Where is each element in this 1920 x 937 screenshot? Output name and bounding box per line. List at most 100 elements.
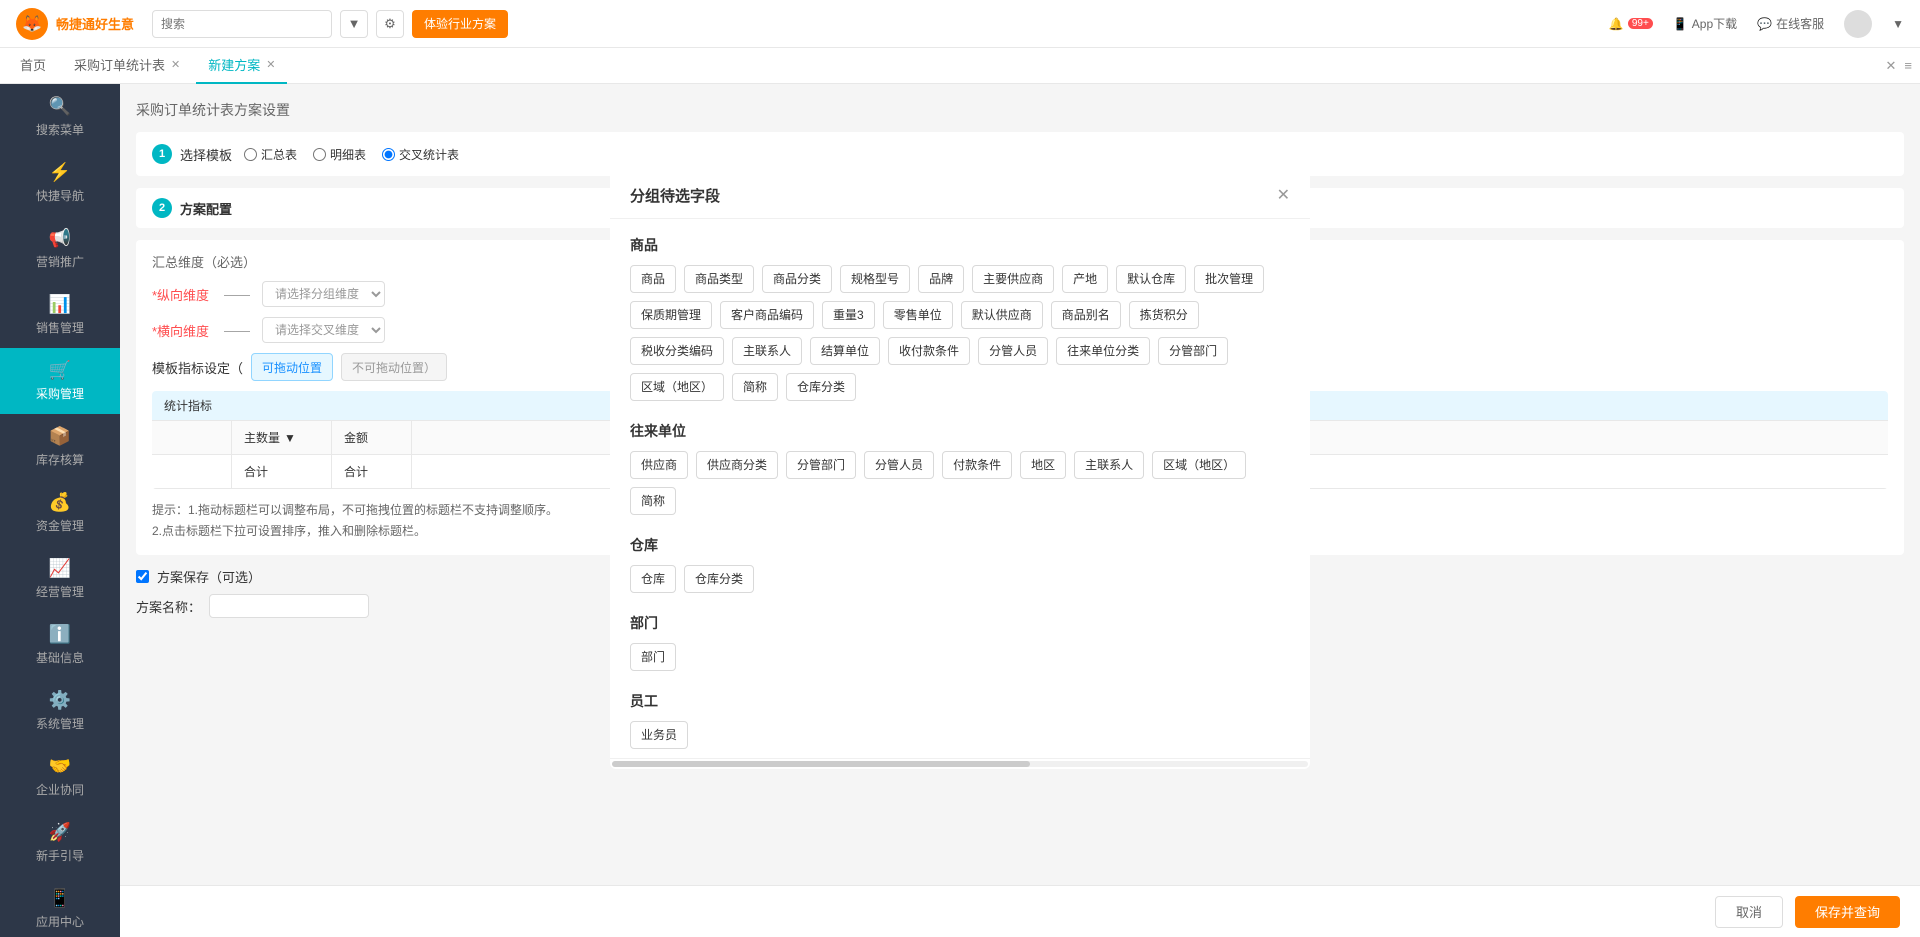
field-tag-product-24[interactable]: 简称 [732, 373, 778, 401]
sidebar-item-quick-nav[interactable]: ⚡ 快捷导航 [0, 150, 120, 216]
field-tag-product-0[interactable]: 商品 [630, 265, 676, 293]
radio-cross[interactable]: 交叉统计表 [382, 146, 459, 163]
field-tag-product-21[interactable]: 往来单位分类 [1056, 337, 1150, 365]
service-icon: 💬 [1757, 17, 1772, 31]
field-tag-product-25[interactable]: 仓库分类 [786, 373, 856, 401]
row-dim-label: *纵向维度 [152, 285, 212, 304]
field-tag-partner-4[interactable]: 付款条件 [942, 451, 1012, 479]
sidebar-item-purchase[interactable]: 🛒 采购管理 [0, 348, 120, 414]
field-tag-product-23[interactable]: 区域（地区） [630, 373, 724, 401]
field-tag-warehouse-1[interactable]: 仓库分类 [684, 565, 754, 593]
field-tag-product-5[interactable]: 主要供应商 [972, 265, 1054, 293]
beginner-icon: 🚀 [49, 822, 71, 843]
movable-btn[interactable]: 可拖动位置 [251, 353, 333, 381]
field-tag-product-17[interactable]: 主联系人 [732, 337, 802, 365]
modal-title: 分组待选字段 [630, 185, 720, 206]
radio-detail-label: 明细表 [330, 146, 366, 163]
sidebar-item-basic[interactable]: ℹ️ 基础信息 [0, 612, 120, 678]
save-checkbox[interactable] [136, 570, 149, 583]
field-tag-product-22[interactable]: 分管部门 [1158, 337, 1228, 365]
field-tag-product-14[interactable]: 商品别名 [1051, 301, 1121, 329]
field-tag-partner-1[interactable]: 供应商分类 [696, 451, 778, 479]
search-dropdown[interactable]: ▼ [340, 10, 368, 38]
tab-bar-menu-icon[interactable]: ≡ [1904, 58, 1912, 73]
field-tag-product-1[interactable]: 商品类型 [684, 265, 754, 293]
online-service[interactable]: 💬 在线客服 [1757, 15, 1824, 32]
sidebar-item-system[interactable]: ⚙️ 系统管理 [0, 678, 120, 744]
save-name-input[interactable] [209, 594, 369, 618]
field-tag-product-3[interactable]: 规格型号 [840, 265, 910, 293]
field-tag-product-11[interactable]: 重量3 [822, 301, 875, 329]
tab-bar: 首页 采购订单统计表 ✕ 新建方案 ✕ ✕ ≡ [0, 48, 1920, 84]
field-tag-product-7[interactable]: 默认仓库 [1116, 265, 1186, 293]
tab-purchase-close[interactable]: ✕ [171, 58, 180, 71]
field-group-warehouse: 仓库仓库仓库分类 [630, 535, 1290, 593]
sidebar-item-marketing[interactable]: 📢 营销推广 [0, 216, 120, 282]
field-tag-product-18[interactable]: 结算单位 [810, 337, 880, 365]
field-tag-partner-0[interactable]: 供应商 [630, 451, 688, 479]
field-tag-product-10[interactable]: 客户商品编码 [720, 301, 814, 329]
field-tags-employee: 业务员 [630, 721, 1290, 749]
tab-home-label: 首页 [20, 55, 46, 74]
radio-cross-label: 交叉统计表 [399, 146, 459, 163]
sidebar-label-cooperation: 企业协同 [36, 781, 84, 798]
field-tag-product-12[interactable]: 零售单位 [883, 301, 953, 329]
search-input[interactable] [152, 10, 332, 38]
sidebar-label-finance: 资金管理 [36, 517, 84, 534]
field-tag-partner-7[interactable]: 区域（地区） [1152, 451, 1246, 479]
field-tag-product-6[interactable]: 产地 [1062, 265, 1108, 293]
field-tag-partner-5[interactable]: 地区 [1020, 451, 1066, 479]
basic-icon: ℹ️ [49, 624, 71, 645]
sidebar-item-sales[interactable]: 📊 销售管理 [0, 282, 120, 348]
field-tag-employee-0[interactable]: 业务员 [630, 721, 688, 749]
save-query-button[interactable]: 保存并查询 [1795, 896, 1900, 928]
row-dim-select[interactable]: 请选择分组维度 [262, 281, 385, 307]
modal-scrollbar[interactable] [610, 758, 1310, 768]
tab-new-plan-close[interactable]: ✕ [266, 58, 275, 71]
field-tag-product-15[interactable]: 拣货积分 [1129, 301, 1199, 329]
unmovable-btn[interactable]: 不可拖动位置） [341, 353, 447, 381]
gear-icon[interactable]: ⚙ [376, 10, 404, 38]
field-group-title-warehouse: 仓库 [630, 535, 1290, 555]
tab-purchase[interactable]: 采购订单统计表 ✕ [62, 48, 192, 84]
tab-new-plan[interactable]: 新建方案 ✕ [196, 48, 287, 84]
field-tag-department-0[interactable]: 部门 [630, 643, 676, 671]
col-dim-select[interactable]: 请选择交叉维度 [262, 317, 385, 343]
field-tag-product-8[interactable]: 批次管理 [1194, 265, 1264, 293]
field-group-title-department: 部门 [630, 613, 1290, 633]
tab-home[interactable]: 首页 [8, 48, 58, 84]
quick-nav-icon: ⚡ [49, 162, 71, 183]
sidebar-item-cooperation[interactable]: 🤝 企业协同 [0, 744, 120, 810]
row-total-label [152, 455, 232, 488]
radio-summary[interactable]: 汇总表 [244, 146, 297, 163]
field-tag-partner-6[interactable]: 主联系人 [1074, 451, 1144, 479]
field-tag-partner-8[interactable]: 简称 [630, 487, 676, 515]
field-tag-product-20[interactable]: 分管人员 [978, 337, 1048, 365]
modal-close-button[interactable]: ✕ [1277, 185, 1290, 205]
field-tag-product-4[interactable]: 品牌 [918, 265, 964, 293]
field-tag-product-2[interactable]: 商品分类 [762, 265, 832, 293]
col-main-qty-header[interactable]: 主数量 ▼ [232, 421, 332, 454]
field-tag-product-13[interactable]: 默认供应商 [961, 301, 1043, 329]
field-tag-product-9[interactable]: 保质期管理 [630, 301, 712, 329]
avatar[interactable] [1844, 10, 1872, 38]
field-tag-product-19[interactable]: 收付款条件 [888, 337, 970, 365]
field-tag-partner-2[interactable]: 分管部门 [786, 451, 856, 479]
field-tag-product-16[interactable]: 税收分类编码 [630, 337, 724, 365]
sidebar-item-finance[interactable]: 💰 资金管理 [0, 480, 120, 546]
tab-bar-close-icon[interactable]: ✕ [1886, 58, 1897, 74]
radio-summary-label: 汇总表 [261, 146, 297, 163]
sidebar-item-operations[interactable]: 📈 经营管理 [0, 546, 120, 612]
experience-button[interactable]: 体验行业方案 [412, 10, 508, 38]
field-tag-partner-3[interactable]: 分管人员 [864, 451, 934, 479]
field-tag-warehouse-0[interactable]: 仓库 [630, 565, 676, 593]
step2-label: 方案配置 [180, 199, 232, 218]
sidebar-item-inventory[interactable]: 📦 库存核算 [0, 414, 120, 480]
app-download[interactable]: 📱 App下载 [1673, 15, 1737, 32]
radio-detail[interactable]: 明细表 [313, 146, 366, 163]
sidebar-item-search[interactable]: 🔍 搜索菜单 [0, 84, 120, 150]
sidebar-item-app[interactable]: 📱 应用中心 [0, 876, 120, 937]
cancel-button[interactable]: 取消 [1715, 896, 1783, 928]
sidebar-item-beginner[interactable]: 🚀 新手引导 [0, 810, 120, 876]
notification-area[interactable]: 🔔 99+ [1609, 17, 1653, 31]
